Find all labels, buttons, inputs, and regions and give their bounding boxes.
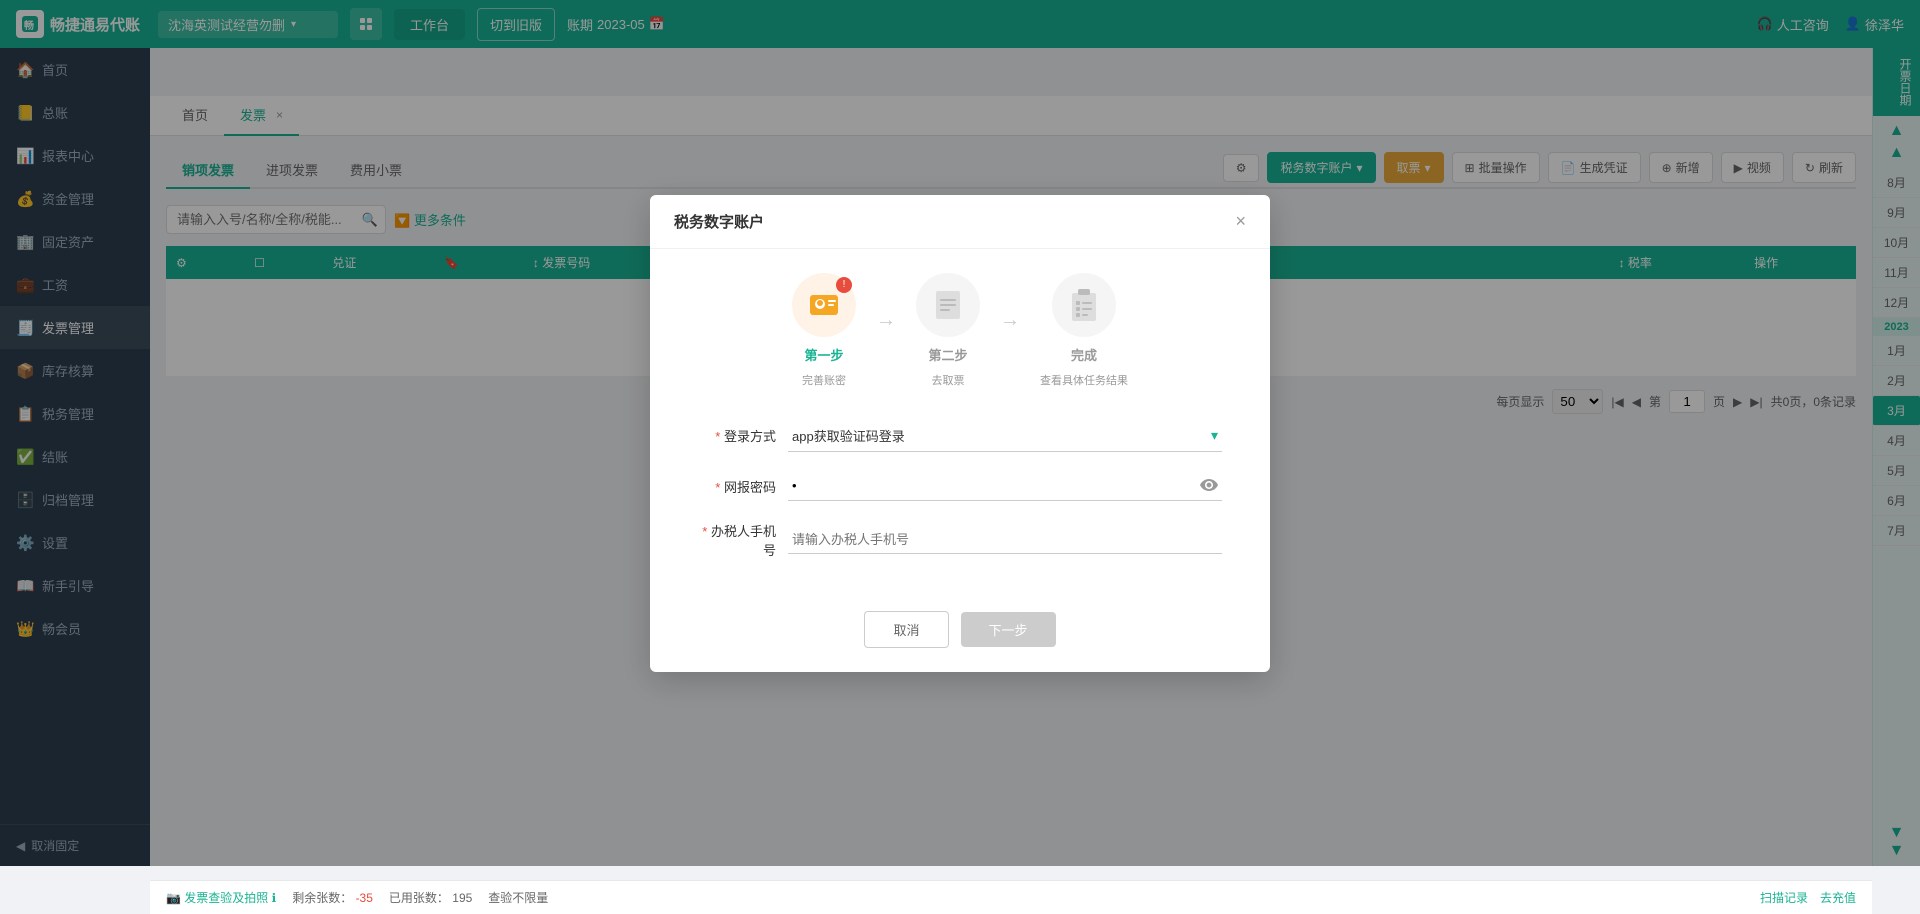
- dialog-form: * 登录方式 app获取验证码登录 ▾ * 网报密码: [698, 420, 1222, 559]
- step-3-desc: 查看具体任务结果: [1040, 372, 1128, 388]
- next-step-button[interactable]: 下一步: [961, 612, 1056, 647]
- dialog-close-button[interactable]: ×: [1235, 211, 1246, 232]
- recharge-link[interactable]: 去充值: [1820, 889, 1856, 906]
- bottom-bar: 📷 发票查验及拍照 ℹ 剩余张数： -35 已用张数： 195 查验不限量 扫描…: [150, 880, 1872, 914]
- step-1-error-badge: !: [836, 277, 852, 293]
- phone-row: * 办税人手机号: [698, 521, 1222, 559]
- phone-label: * 办税人手机号: [698, 521, 788, 559]
- password-label: * 网报密码: [698, 477, 788, 496]
- password-row: * 网报密码: [698, 472, 1222, 501]
- cancel-button[interactable]: 取消: [864, 611, 948, 648]
- unlimited-label: 查验不限量: [488, 889, 548, 906]
- steps-indicator: ! 第一步 完善账密 →: [698, 273, 1222, 388]
- step-1-desc: 完善账密: [802, 372, 846, 388]
- password-field-wrap: [788, 472, 1222, 501]
- remaining-info: 剩余张数： -35: [292, 889, 373, 906]
- step-2-label: 第二步: [928, 345, 967, 364]
- login-method-value: app获取验证码登录: [792, 426, 905, 445]
- step-2-desc: 去取票: [932, 372, 965, 388]
- step-3-icon-wrap: [1052, 273, 1116, 337]
- step-arrow-1: →: [856, 309, 916, 332]
- dialog-footer: 取消 下一步: [650, 603, 1270, 648]
- step-arrow-2: →: [980, 309, 1040, 332]
- step-2: 第二步 去取票: [916, 273, 980, 388]
- login-method-select[interactable]: app获取验证码登录 ▾: [788, 420, 1222, 452]
- used-info: 已用张数： 195: [389, 889, 472, 906]
- login-method-label: * 登录方式: [698, 426, 788, 445]
- step-3-label: 完成: [1071, 345, 1097, 364]
- password-input[interactable]: [792, 478, 1200, 493]
- clipboard-icon: [1064, 285, 1104, 325]
- password-toggle-icon[interactable]: [1200, 478, 1218, 494]
- scan-check-label[interactable]: 📷 发票查验及拍照 ℹ: [166, 889, 276, 906]
- digital-account-dialog: 税务数字账户 ×: [650, 195, 1270, 672]
- step-1: ! 第一步 完善账密: [792, 273, 856, 388]
- dialog-title: 税务数字账户: [674, 211, 764, 232]
- info-icon: ℹ: [272, 891, 277, 905]
- step-3: 完成 查看具体任务结果: [1040, 273, 1128, 388]
- phone-input[interactable]: [792, 532, 1218, 547]
- required-marker2: *: [715, 480, 720, 495]
- dialog-body: ! 第一步 完善账密 →: [650, 249, 1270, 603]
- step-1-label: 第一步: [804, 345, 843, 364]
- dialog-overlay: 税务数字账户 ×: [0, 0, 1920, 866]
- document-icon: [928, 285, 968, 325]
- dialog-header: 税务数字账户 ×: [650, 195, 1270, 249]
- required-marker3: *: [702, 524, 707, 539]
- step-2-icon-wrap: [916, 273, 980, 337]
- step-1-icon-wrap: !: [792, 273, 856, 337]
- login-method-row: * 登录方式 app获取验证码登录 ▾: [698, 420, 1222, 452]
- required-marker: *: [715, 429, 720, 444]
- phone-field-wrap: [788, 526, 1222, 554]
- login-method-chevron-icon: ▾: [1211, 427, 1218, 444]
- scan-records-link[interactable]: 扫描记录: [1760, 889, 1808, 906]
